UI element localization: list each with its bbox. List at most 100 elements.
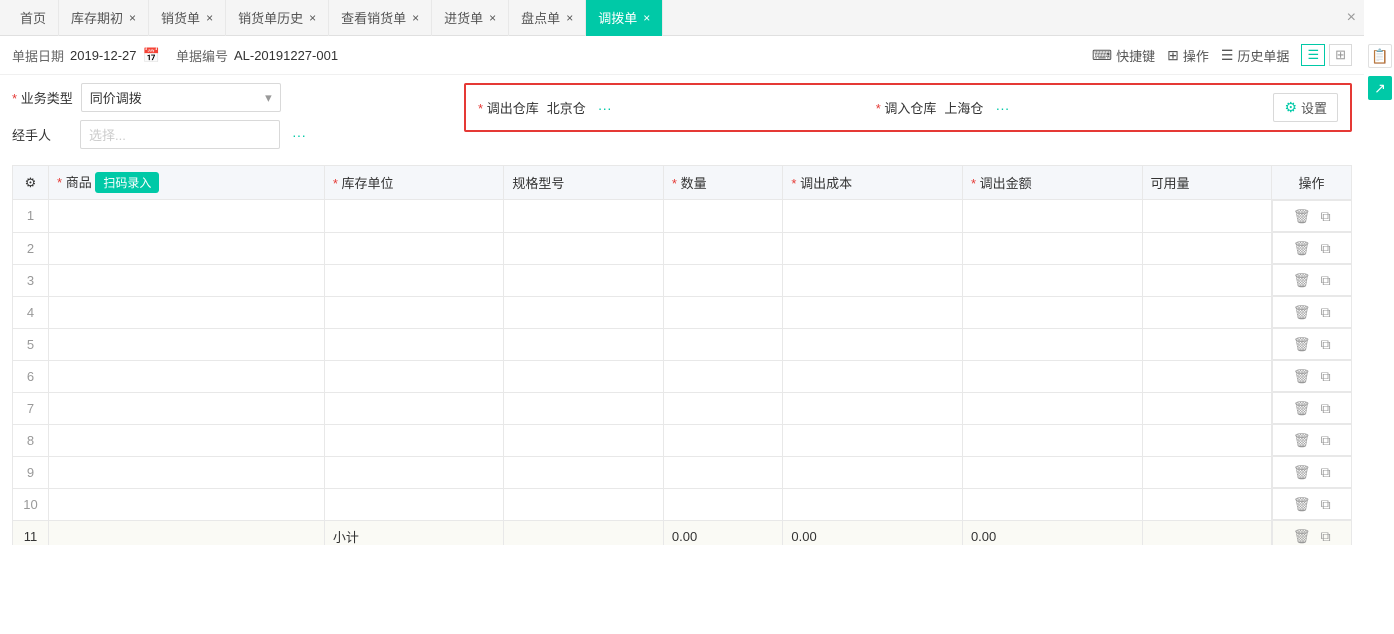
product-cell-8[interactable] xyxy=(49,424,325,456)
product-cell-2[interactable] xyxy=(49,232,325,264)
spec-cell-1[interactable] xyxy=(504,200,664,233)
product-cell-6[interactable] xyxy=(49,360,325,392)
unit-cell-9[interactable] xyxy=(324,456,504,488)
quantity-cell-10[interactable] xyxy=(663,488,782,520)
copy-row-btn-11[interactable]: ⧉ xyxy=(1319,526,1333,546)
shortcut-btn[interactable]: ⌨ 快捷键 xyxy=(1092,46,1155,65)
available-cell-2[interactable] xyxy=(1142,232,1271,264)
amount-cell-2[interactable] xyxy=(962,232,1142,264)
unit-cell-5[interactable] xyxy=(324,328,504,360)
amount-cell-9[interactable] xyxy=(962,456,1142,488)
delete-row-btn-5[interactable]: 🗑 xyxy=(1291,334,1313,355)
quantity-cell-2[interactable] xyxy=(663,232,782,264)
cost-cell-3[interactable] xyxy=(783,264,963,296)
cost-cell-9[interactable] xyxy=(783,456,963,488)
quantity-cell-4[interactable] xyxy=(663,296,782,328)
history-btn[interactable]: ☰ 历史单据 xyxy=(1221,46,1290,65)
product-cell-10[interactable] xyxy=(49,488,325,520)
cost-cell-6[interactable] xyxy=(783,360,963,392)
delete-row-btn-3[interactable]: 🗑 xyxy=(1291,270,1313,291)
available-cell-7[interactable] xyxy=(1142,392,1271,424)
available-cell-8[interactable] xyxy=(1142,424,1271,456)
tab-sales-order[interactable]: 销货单 × xyxy=(149,0,226,36)
settings-button[interactable]: ⚙ 设置 xyxy=(1273,93,1338,122)
product-cell-1[interactable] xyxy=(49,200,325,233)
cost-cell-10[interactable] xyxy=(783,488,963,520)
tab-home[interactable]: 首页 xyxy=(8,0,59,36)
amount-cell-7[interactable] xyxy=(962,392,1142,424)
tab-view-sales[interactable]: 查看销货单 × xyxy=(329,0,432,36)
out-warehouse-more-icon[interactable]: ··· xyxy=(598,100,612,116)
copy-row-btn-10[interactable]: ⧉ xyxy=(1319,494,1333,515)
amount-cell-10[interactable] xyxy=(962,488,1142,520)
tab-close-transfer[interactable]: × xyxy=(643,11,650,25)
tab-close-stock-init[interactable]: × xyxy=(129,11,136,25)
tab-transfer[interactable]: 调拨单 × xyxy=(586,0,663,36)
copy-row-btn-9[interactable]: ⧉ xyxy=(1319,462,1333,483)
delete-row-btn-9[interactable]: 🗑 xyxy=(1291,462,1313,483)
spec-cell-6[interactable] xyxy=(504,360,664,392)
quantity-cell-7[interactable] xyxy=(663,392,782,424)
available-cell-5[interactable] xyxy=(1142,328,1271,360)
unit-cell-4[interactable] xyxy=(324,296,504,328)
copy-row-btn-2[interactable]: ⧉ xyxy=(1319,238,1333,259)
amount-cell-4[interactable] xyxy=(962,296,1142,328)
product-cell-9[interactable] xyxy=(49,456,325,488)
sidebar-doc-icon[interactable]: 📋 xyxy=(1368,44,1392,68)
delete-row-btn-7[interactable]: 🗑 xyxy=(1291,398,1313,419)
tab-inventory[interactable]: 盘点单 × xyxy=(509,0,586,36)
copy-row-btn-6[interactable]: ⧉ xyxy=(1319,366,1333,387)
quantity-cell-6[interactable] xyxy=(663,360,782,392)
unit-cell-2[interactable] xyxy=(324,232,504,264)
cost-cell-7[interactable] xyxy=(783,392,963,424)
calendar-icon[interactable]: 📅 xyxy=(143,47,160,64)
unit-cell-8[interactable] xyxy=(324,424,504,456)
spec-cell-9[interactable] xyxy=(504,456,664,488)
spec-cell-10[interactable] xyxy=(504,488,664,520)
tab-sales-history[interactable]: 销货单历史 × xyxy=(226,0,329,36)
available-cell-4[interactable] xyxy=(1142,296,1271,328)
date-value[interactable]: 2019-12-27 xyxy=(70,48,137,63)
copy-row-btn-8[interactable]: ⧉ xyxy=(1319,430,1333,451)
quantity-cell-1[interactable] xyxy=(663,200,782,233)
product-cell-4[interactable] xyxy=(49,296,325,328)
scan-btn[interactable]: 扫码录入 xyxy=(95,172,159,193)
amount-cell-3[interactable] xyxy=(962,264,1142,296)
delete-row-btn-1[interactable]: 🗑 xyxy=(1291,206,1313,227)
copy-row-btn-5[interactable]: ⧉ xyxy=(1319,334,1333,355)
list-view-btn[interactable]: ☰ xyxy=(1301,44,1325,66)
available-cell-10[interactable] xyxy=(1142,488,1271,520)
amount-cell-6[interactable] xyxy=(962,360,1142,392)
spec-cell-8[interactable] xyxy=(504,424,664,456)
sidebar-export-icon[interactable]: ↗ xyxy=(1368,76,1392,100)
handler-select[interactable]: 选择... xyxy=(80,120,280,149)
spec-cell-3[interactable] xyxy=(504,264,664,296)
cost-cell-1[interactable] xyxy=(783,200,963,233)
copy-row-btn-1[interactable]: ⧉ xyxy=(1319,206,1333,227)
product-cell-5[interactable] xyxy=(49,328,325,360)
unit-cell-7[interactable] xyxy=(324,392,504,424)
tab-close-view-sales[interactable]: × xyxy=(412,11,419,25)
quantity-cell-3[interactable] xyxy=(663,264,782,296)
copy-row-btn-7[interactable]: ⧉ xyxy=(1319,398,1333,419)
spec-cell-5[interactable] xyxy=(504,328,664,360)
tab-stock-init[interactable]: 库存期初 × xyxy=(59,0,149,36)
available-cell-1[interactable] xyxy=(1142,200,1271,233)
delete-row-btn-4[interactable]: 🗑 xyxy=(1291,302,1313,323)
tab-close-sales-order[interactable]: × xyxy=(206,11,213,25)
spec-cell-4[interactable] xyxy=(504,296,664,328)
tab-purchase[interactable]: 进货单 × xyxy=(432,0,509,36)
business-type-select[interactable]: 同价调拨 ▾ xyxy=(81,83,281,112)
product-cell-3[interactable] xyxy=(49,264,325,296)
delete-row-btn-6[interactable]: 🗑 xyxy=(1291,366,1313,387)
cost-cell-2[interactable] xyxy=(783,232,963,264)
copy-row-btn-3[interactable]: ⧉ xyxy=(1319,270,1333,291)
delete-row-btn-2[interactable]: 🗑 xyxy=(1291,238,1313,259)
available-cell-3[interactable] xyxy=(1142,264,1271,296)
copy-row-btn-4[interactable]: ⧉ xyxy=(1319,302,1333,323)
amount-cell-5[interactable] xyxy=(962,328,1142,360)
grid-view-btn[interactable]: ⊞ xyxy=(1329,44,1352,66)
unit-cell-10[interactable] xyxy=(324,488,504,520)
unit-cell-6[interactable] xyxy=(324,360,504,392)
table-scroll[interactable]: ⚙ * 商品 扫码录入 * 库存单位 xyxy=(12,165,1352,545)
